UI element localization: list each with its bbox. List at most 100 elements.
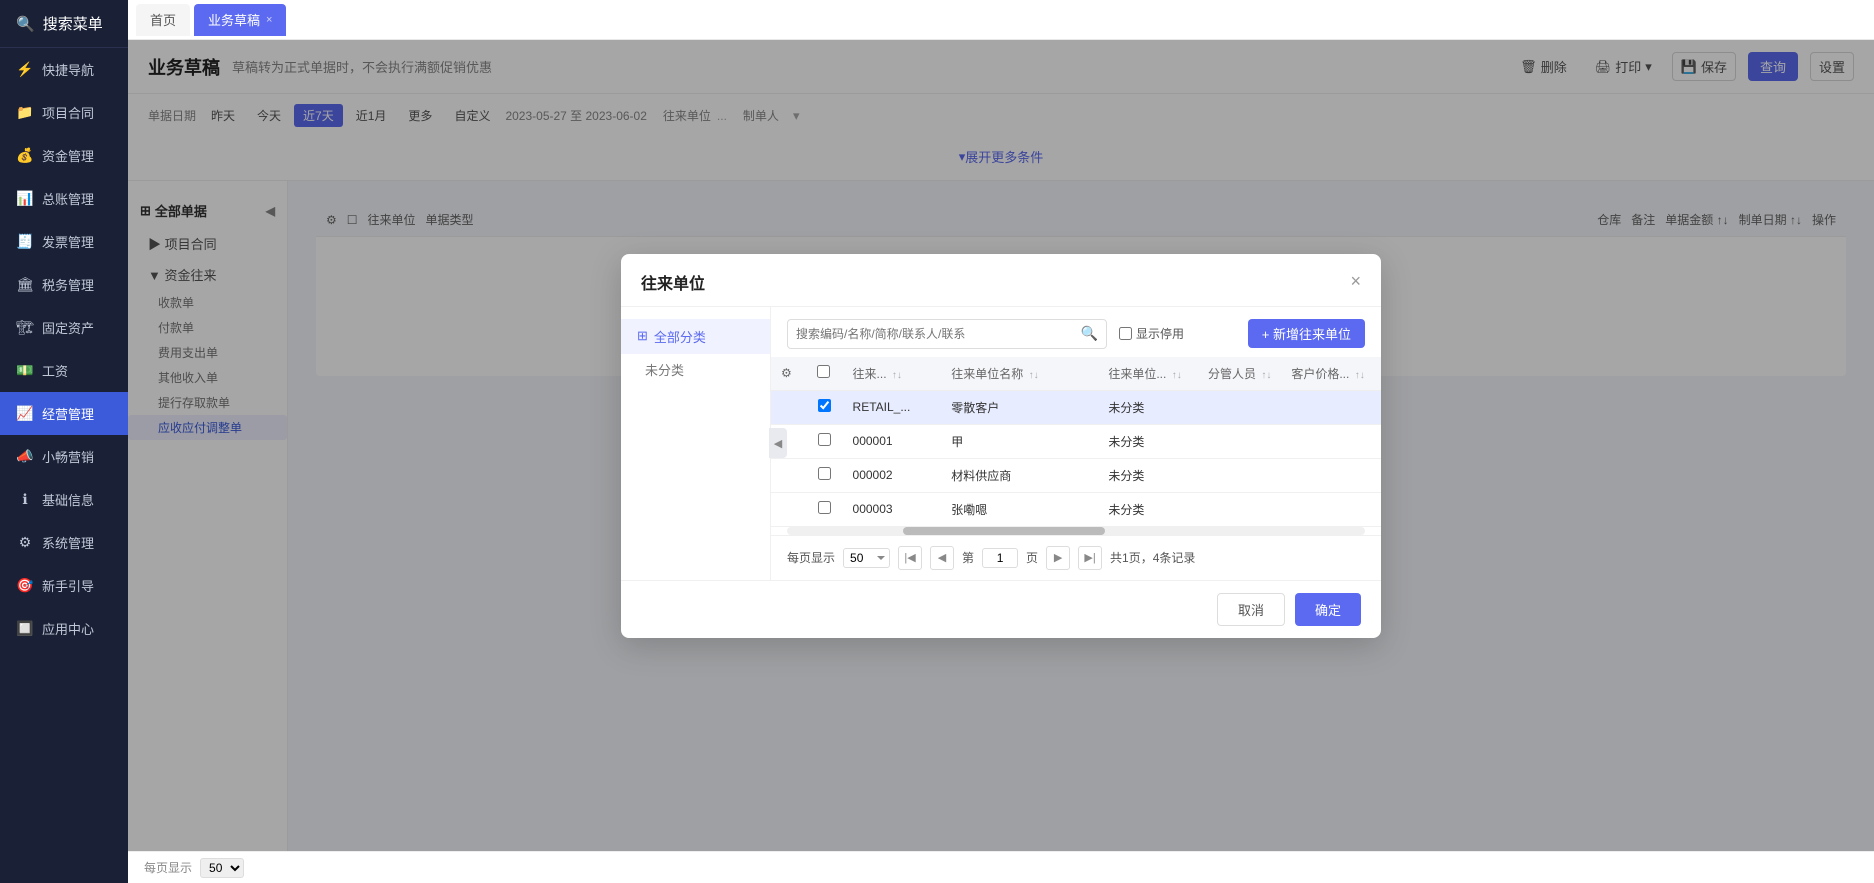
sidebar-item-ledger[interactable]: 📊 总账管理 — [0, 177, 128, 220]
sidebar-item-tax[interactable]: 🏛 税务管理 — [0, 263, 128, 306]
row2-check[interactable] — [807, 424, 843, 458]
col-header-check[interactable] — [807, 357, 843, 391]
modal-close-button[interactable]: × — [1350, 271, 1361, 292]
col-header-name[interactable]: 往来单位名称 ↑↓ — [941, 357, 1098, 391]
row3-person — [1198, 458, 1281, 492]
tax-icon: 🏛 — [16, 276, 34, 294]
sidebar-item-salary[interactable]: 💵 工资 — [0, 349, 128, 392]
tab-draft[interactable]: 业务草稿 × — [194, 4, 286, 36]
sidebar-item-label: 小畅营销 — [42, 447, 94, 466]
last-page-btn[interactable]: ▶| — [1078, 546, 1102, 570]
row3-checkbox[interactable] — [818, 467, 831, 480]
table-row[interactable]: RETAIL_... 零散客户 未分类 — [771, 390, 1381, 424]
sidebar-item-label: 固定资产 — [42, 318, 94, 337]
sort-category-icon: ↑↓ — [1172, 370, 1182, 381]
confirm-button[interactable]: 确定 — [1295, 593, 1361, 626]
row2-name: 甲 — [941, 424, 1098, 458]
search-input[interactable] — [796, 327, 1077, 341]
select-all-checkbox[interactable] — [817, 365, 830, 378]
show-disabled-wrap: 显示停用 — [1119, 325, 1184, 342]
modal-hscroll[interactable] — [787, 527, 1365, 535]
page-input[interactable] — [982, 548, 1018, 568]
sidebar-item-label: 新手引导 — [42, 576, 94, 595]
sidebar-item-system[interactable]: ⚙ 系统管理 — [0, 521, 128, 564]
modal-pagination: 每页显示 50 100 |◀ ◀ 第 页 ▶ ▶| — [771, 535, 1381, 580]
sidebar-item-label: 经营管理 — [42, 404, 94, 423]
col-person-label: 分管人员 — [1208, 367, 1256, 381]
add-customer-button[interactable]: + 新增往来单位 — [1248, 319, 1365, 348]
category-unclassified[interactable]: 未分类 — [621, 354, 770, 385]
sidebar-item-operations[interactable]: 📈 经营管理 — [0, 392, 128, 435]
row3-check[interactable] — [807, 458, 843, 492]
sidebar-item-contracts[interactable]: 📁 项目合同 — [0, 91, 128, 134]
table-row[interactable]: 000001 甲 未分类 — [771, 424, 1381, 458]
tab-home[interactable]: 首页 — [136, 4, 190, 36]
per-page-select[interactable]: 50 100 — [843, 548, 890, 568]
sort-name-icon: ↑↓ — [1029, 370, 1039, 381]
row4-name: 张嘞嗯 — [941, 492, 1098, 526]
col-header-code[interactable]: 往来... ↑↓ — [843, 357, 942, 391]
row4-price — [1281, 492, 1381, 526]
col-header-category[interactable]: 往来单位... ↑↓ — [1098, 357, 1198, 391]
category-grid-icon: ⊞ — [637, 328, 648, 344]
prev-page-btn[interactable]: ◀ — [930, 546, 954, 570]
row1-check[interactable] — [807, 390, 843, 424]
col-header-price[interactable]: 客户价格... ↑↓ — [1281, 357, 1381, 391]
sidebar-item-label: 应用中心 — [42, 619, 94, 638]
tab-home-label: 首页 — [150, 10, 176, 29]
page-label: 页 — [1026, 549, 1038, 566]
table-row[interactable]: 000003 张嘞嗯 未分类 — [771, 492, 1381, 526]
row4-check[interactable] — [807, 492, 843, 526]
per-page-label: 每页显示 — [787, 549, 835, 566]
sidebar-item-marketing[interactable]: 📣 小畅营销 — [0, 435, 128, 478]
row2-checkbox[interactable] — [818, 433, 831, 446]
assets-icon: 🏗 — [16, 319, 34, 337]
cancel-button[interactable]: 取消 — [1217, 593, 1285, 626]
settings-table-icon[interactable]: ⚙ — [781, 366, 792, 380]
sidebar-header[interactable]: 🔍 搜索菜单 — [0, 0, 128, 48]
sidebar-item-basic-info[interactable]: ℹ 基础信息 — [0, 478, 128, 521]
modal-dialog: 往来单位 × ⊞ 全部分类 未分类 ◀ — [621, 254, 1381, 638]
row3-price — [1281, 458, 1381, 492]
sidebar-item-label: 系统管理 — [42, 533, 94, 552]
status-per-page-select[interactable]: 50 — [200, 858, 244, 878]
first-page-btn[interactable]: |◀ — [898, 546, 922, 570]
sidebar-item-label: 工资 — [42, 361, 68, 380]
sidebar-item-guide[interactable]: 🎯 新手引导 — [0, 564, 128, 607]
category-all-label: 全部分类 — [654, 327, 706, 346]
sidebar-item-label: 发票管理 — [42, 232, 94, 251]
sidebar-item-label: 基础信息 — [42, 490, 94, 509]
sidebar-item-assets[interactable]: 🏗 固定资产 — [0, 306, 128, 349]
next-page-btn[interactable]: ▶ — [1046, 546, 1070, 570]
row1-name: 零散客户 — [941, 390, 1098, 424]
sort-person-icon: ↑↓ — [1261, 370, 1271, 381]
contracts-icon: 📁 — [16, 104, 34, 122]
show-disabled-checkbox[interactable] — [1119, 327, 1132, 340]
row3-category: 未分类 — [1098, 458, 1198, 492]
sidebar-item-finance[interactable]: 💰 资金管理 — [0, 134, 128, 177]
category-all[interactable]: ⊞ 全部分类 — [621, 319, 770, 354]
finance-icon: 💰 — [16, 147, 34, 165]
modal-hscroll-thumb[interactable] — [903, 527, 1105, 535]
tab-draft-close[interactable]: × — [266, 14, 272, 26]
sidebar-item-shortcuts[interactable]: ⚡ 快捷导航 — [0, 48, 128, 91]
modal-left-panel: ⊞ 全部分类 未分类 ◀ — [621, 307, 771, 580]
col-category-label: 往来单位... — [1108, 367, 1166, 381]
tab-draft-label: 业务草稿 — [208, 10, 260, 29]
row4-person — [1198, 492, 1281, 526]
sidebar: 🔍 搜索菜单 ⚡ 快捷导航 📁 项目合同 💰 资金管理 📊 总账管理 🧾 发票管… — [0, 0, 128, 883]
row1-checkbox[interactable] — [818, 399, 831, 412]
row4-checkbox[interactable] — [818, 501, 831, 514]
collapse-left-panel[interactable]: ◀ — [769, 428, 787, 458]
status-per-page-label: 每页显示 — [144, 859, 192, 876]
table-header-row: ⚙ 往来... ↑↓ — [771, 357, 1381, 391]
system-icon: ⚙ — [16, 534, 34, 552]
sidebar-item-invoice[interactable]: 🧾 发票管理 — [0, 220, 128, 263]
col-header-person[interactable]: 分管人员 ↑↓ — [1198, 357, 1281, 391]
table-row[interactable]: 000002 材料供应商 未分类 — [771, 458, 1381, 492]
row3-code: 000002 — [843, 458, 942, 492]
sidebar-item-apps[interactable]: 🔲 应用中心 — [0, 607, 128, 650]
row2-person — [1198, 424, 1281, 458]
sidebar-item-label: 项目合同 — [42, 103, 94, 122]
row2-code: 000001 — [843, 424, 942, 458]
